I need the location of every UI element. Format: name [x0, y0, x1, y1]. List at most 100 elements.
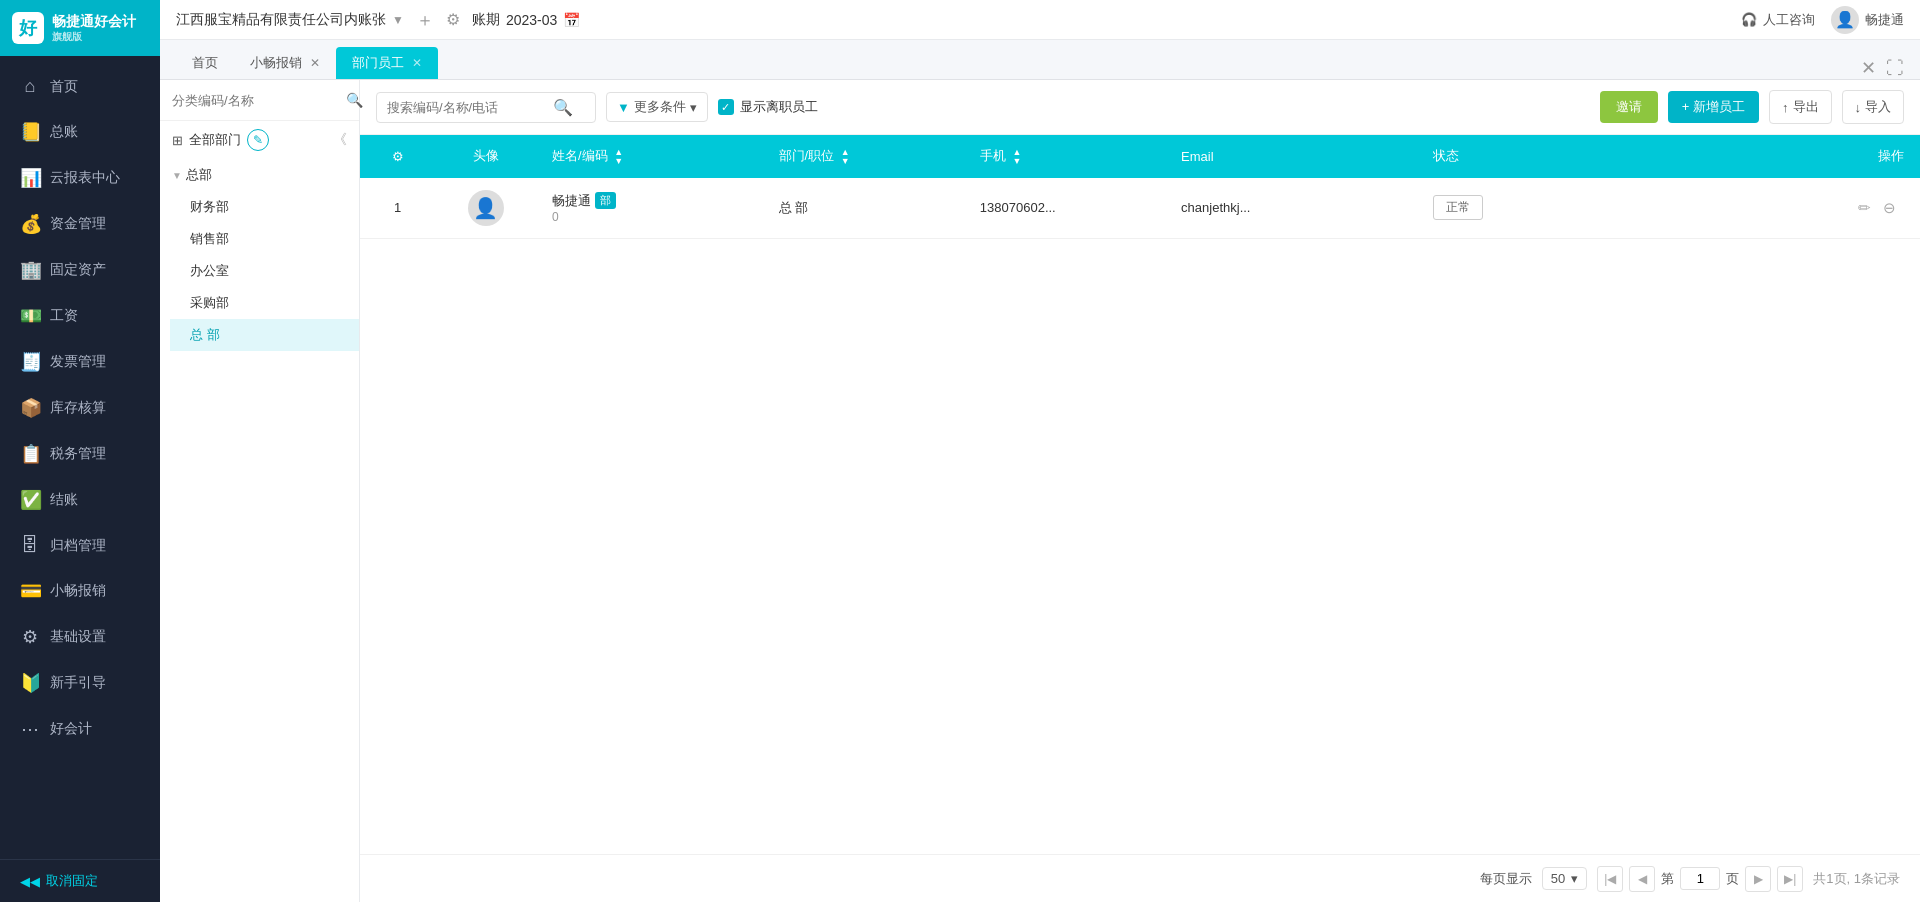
employee-search-input[interactable] — [387, 100, 547, 115]
pagination-bar: 每页显示 50 ▾ |◀ ◀ 第 页 ▶ ▶| 共1页, 1条记录 — [360, 854, 1920, 902]
content-area: 🔍 ⊞ 全部部门 ✎ 《 ▼ 总部 财务部 — [160, 80, 1920, 902]
sidebar-item-guide[interactable]: 🔰 新手引导 — [0, 660, 160, 706]
row-name-code: 畅捷通 部 0 — [536, 178, 762, 239]
per-page-value: 50 — [1551, 871, 1565, 886]
first-page-button[interactable]: |◀ — [1597, 866, 1623, 892]
period-selector[interactable]: 账期 2023-03 📅 — [472, 11, 580, 29]
tab-expand-icon[interactable]: ⛶ — [1886, 58, 1904, 79]
dept-item-sales[interactable]: 销售部 — [170, 223, 359, 255]
col-dept-pos[interactable]: 部门/职位 ▲▼ — [763, 135, 964, 178]
sidebar-item-salary[interactable]: 💵 工资 — [0, 293, 160, 339]
collapse-panel-icon[interactable]: 《 — [333, 131, 347, 149]
support-button[interactable]: 🎧 人工咨询 — [1741, 11, 1815, 29]
tab-close-all-icon[interactable]: ✕ — [1861, 57, 1876, 79]
dept-edit-button[interactable]: ✎ — [247, 129, 269, 151]
page-total: 共1页, 1条记录 — [1813, 870, 1900, 888]
dept-item-purchasing[interactable]: 采购部 — [170, 287, 359, 319]
ledger-icon: 📒 — [20, 121, 40, 143]
sidebar-item-funds[interactable]: 💰 资金管理 — [0, 201, 160, 247]
user-name: 畅捷通 — [1865, 11, 1904, 29]
filter-icon: ▼ — [617, 100, 630, 115]
logo: 好 畅捷通好会计 旗舰版 — [0, 0, 160, 56]
tab-dept-label: 部门员工 — [352, 54, 404, 72]
cancel-fixed-button[interactable]: ◀◀ 取消固定 — [0, 859, 160, 902]
archive-icon: 🗄 — [20, 535, 40, 556]
dept-search-input[interactable] — [172, 93, 340, 108]
tab-home[interactable]: 首页 — [176, 47, 234, 79]
toolbar-right: 邀请 + 新增员工 ↑ 导出 ↓ 导入 — [1600, 90, 1904, 124]
sidebar-item-more[interactable]: ⋯ 好会计 — [0, 706, 160, 752]
invite-label: 邀请 — [1616, 99, 1642, 114]
dept-finance-label: 财务部 — [190, 198, 229, 216]
invite-button[interactable]: 邀请 — [1600, 91, 1658, 123]
logout-employee-button[interactable]: ⊖ — [1883, 199, 1896, 216]
headset-icon: 🎧 — [1741, 12, 1757, 27]
import-button[interactable]: ↓ 导入 — [1842, 90, 1905, 124]
page-input[interactable] — [1680, 867, 1720, 890]
sort-arrows-phone: ▲▼ — [1012, 148, 1021, 166]
sidebar-item-tax[interactable]: 📋 税务管理 — [0, 431, 160, 477]
sidebar-item-closeaccount[interactable]: ✅ 结账 — [0, 477, 160, 523]
dept-item-general[interactable]: 总 部 — [170, 319, 359, 351]
edit-employee-button[interactable]: ✏ — [1858, 199, 1871, 216]
sidebar-item-home[interactable]: ⌂ 首页 — [0, 64, 160, 109]
show-resigned-checkbox[interactable]: ✓ 显示离职员工 — [718, 98, 818, 116]
company-dropdown-icon: ▼ — [392, 13, 404, 27]
left-arrows-icon: ◀◀ — [20, 874, 40, 889]
sort-arrows-dept: ▲▼ — [841, 148, 850, 166]
export-label: 导出 — [1793, 98, 1819, 116]
sidebar-item-assets[interactable]: 🏢 固定资产 — [0, 247, 160, 293]
filter-button[interactable]: ▼ 更多条件 ▾ — [606, 92, 708, 122]
sidebar-item-label: 固定资产 — [50, 261, 106, 279]
col-action: 操作 — [1668, 135, 1920, 178]
employee-search-icon[interactable]: 🔍 — [553, 98, 573, 117]
import-icon: ↓ — [1855, 100, 1862, 115]
prev-page-button[interactable]: ◀ — [1629, 866, 1655, 892]
row-index: 1 — [360, 178, 435, 239]
sidebar-item-invoice[interactable]: 🧾 发票管理 — [0, 339, 160, 385]
logo-text: 畅捷通好会计 — [52, 12, 136, 30]
sidebar-item-reports[interactable]: 📊 云报表中心 — [0, 155, 160, 201]
col-settings-icon[interactable]: ⚙ — [360, 135, 435, 178]
dept-item-finance[interactable]: 财务部 — [170, 191, 359, 223]
per-page-select[interactable]: 50 ▾ — [1542, 867, 1587, 890]
edition-label: 旗舰版 — [52, 30, 136, 44]
row-phone: 138070602... — [964, 178, 1165, 239]
next-page-button[interactable]: ▶ — [1745, 866, 1771, 892]
tax-icon: 📋 — [20, 443, 40, 465]
add-employee-button[interactable]: + 新增员工 — [1668, 91, 1759, 123]
sidebar-item-label: 小畅报销 — [50, 582, 106, 600]
sidebar: 好 畅捷通好会计 旗舰版 ⌂ 首页 📒 总账 📊 云报表中心 💰 资金管理 🏢 … — [0, 0, 160, 902]
col-phone[interactable]: 手机 ▲▼ — [964, 135, 1165, 178]
employee-dept-tag: 部 — [595, 192, 616, 209]
tab-dept-employee[interactable]: 部门员工 ✕ — [336, 47, 438, 79]
export-icon: ↑ — [1782, 100, 1789, 115]
sidebar-item-archive[interactable]: 🗄 归档管理 — [0, 523, 160, 568]
status-badge: 正常 — [1433, 195, 1483, 220]
dept-header: ⊞ 全部部门 ✎ 《 — [160, 121, 359, 159]
employee-search-box: 🔍 — [376, 92, 596, 123]
last-page-button[interactable]: ▶| — [1777, 866, 1803, 892]
export-button[interactable]: ↑ 导出 — [1769, 90, 1832, 124]
calendar-icon: 📅 — [563, 12, 580, 28]
sidebar-item-inventory[interactable]: 📦 库存核算 — [0, 385, 160, 431]
col-name-code[interactable]: 姓名/编码 ▲▼ — [536, 135, 762, 178]
user-menu[interactable]: 👤 畅捷通 — [1831, 6, 1904, 34]
sidebar-item-basic[interactable]: ⚙ 基础设置 — [0, 614, 160, 660]
row-email: chanjethkj... — [1165, 178, 1417, 239]
add-company-button[interactable]: ＋ — [416, 8, 434, 32]
guide-icon: 🔰 — [20, 672, 40, 694]
funds-icon: 💰 — [20, 213, 40, 235]
tab-xiaochang-close-icon[interactable]: ✕ — [310, 56, 320, 70]
settings-button[interactable]: ⚙ — [446, 10, 460, 29]
sidebar-item-xiaochang[interactable]: 💳 小畅报销 — [0, 568, 160, 614]
sidebar-item-ledger[interactable]: 📒 总账 — [0, 109, 160, 155]
dept-item-office[interactable]: 办公室 — [170, 255, 359, 287]
filter-label: 更多条件 — [634, 98, 686, 116]
dept-parent-general[interactable]: ▼ 总部 — [160, 159, 359, 191]
tab-home-label: 首页 — [192, 54, 218, 72]
tab-dept-close-icon[interactable]: ✕ — [412, 56, 422, 70]
tab-xiaochang-expense[interactable]: 小畅报销 ✕ — [234, 47, 336, 79]
inventory-icon: 📦 — [20, 397, 40, 419]
company-selector[interactable]: 江西服宝精品有限责任公司内账张 ▼ — [176, 11, 404, 29]
